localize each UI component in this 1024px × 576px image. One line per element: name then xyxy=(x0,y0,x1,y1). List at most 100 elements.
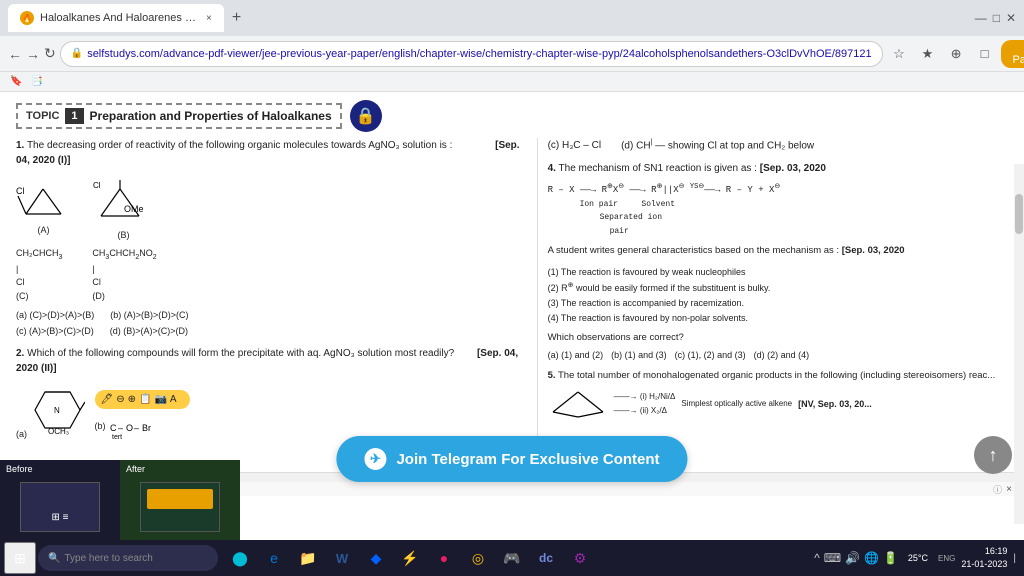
taskbar-app-cortana[interactable]: ⬤ xyxy=(224,542,256,574)
battery-icon[interactable]: 🔋 xyxy=(883,551,898,565)
more-btn[interactable]: A xyxy=(170,392,177,407)
svg-text:O: O xyxy=(126,423,133,433)
svg-text:Br: Br xyxy=(142,423,151,433)
taskbar-app-word[interactable]: W xyxy=(326,542,358,574)
forward-button[interactable]: → xyxy=(26,40,40,68)
telegram-symbol: ✈ xyxy=(370,451,381,467)
tab-favicon: 🔥 xyxy=(20,11,34,25)
q2-molecules: (a) N Br OCH₃ xyxy=(16,382,527,442)
volume-icon[interactable]: 🔊 xyxy=(845,551,860,565)
q5-molecule-svg xyxy=(548,387,608,422)
taskbar-app-dropbox[interactable]: ◆ xyxy=(360,542,392,574)
bookmarks-bar: 🔖 📑 xyxy=(0,72,1024,92)
q4-intro: A student writes general characteristics… xyxy=(548,244,1008,258)
profile-icon[interactable]: ★ xyxy=(915,41,940,67)
new-tab-button[interactable]: + xyxy=(224,9,249,27)
simplest-label: Simplest optically active alkene xyxy=(681,398,792,410)
camera-btn[interactable]: 📷 xyxy=(154,392,166,407)
copy-btn[interactable]: ⊖ xyxy=(116,392,124,407)
share-btn[interactable]: 📋 xyxy=(139,392,151,407)
thumb-before-icons: ⊞ ≡ xyxy=(52,507,69,525)
q2-mol-b: (b) C – O – Br tert xyxy=(95,413,190,441)
taskbar-app-edge[interactable]: e xyxy=(258,542,290,574)
toolbar-container: 🖊 ⊖ ⊕ 📋 📷 A xyxy=(95,390,190,409)
taskbar-right: ^ ⌨ 🔊 🌐 🔋 25°C ENG 16:19 21-01-2023 | xyxy=(814,545,1020,570)
molecule-cd: CH₂CHCH3 | Cl (C) CH3CHCH2NO2 | Cl (D) xyxy=(16,247,527,304)
opt-d-haloalkane: (d) CH| — showing Cl at top and CH₂ belo… xyxy=(621,138,814,153)
q2-mol-b-label: (b) xyxy=(95,420,106,434)
vertical-scrollbar[interactable] xyxy=(1014,164,1024,524)
telegram-button-text: Join Telegram For Exclusive Content xyxy=(396,451,659,468)
q2-number: 2. xyxy=(16,348,24,359)
bookmark-icon[interactable]: ☆ xyxy=(887,41,912,67)
q4-opt-b: (b) (1) and (3) xyxy=(611,349,667,363)
paused-button[interactable]: A Paused xyxy=(1001,40,1024,68)
topic-label: TOPIC xyxy=(26,110,59,122)
bookmark-2[interactable]: 📑 xyxy=(30,76,42,87)
obs-1: (1) The reaction is favoured by weak nuc… xyxy=(548,265,1008,280)
maximize-button[interactable]: □ xyxy=(993,11,1000,25)
close-window-button[interactable]: ✕ xyxy=(1006,11,1016,25)
keyboard-icon[interactable]: ⌨ xyxy=(824,551,841,565)
svg-text:OCH₃: OCH₃ xyxy=(48,427,69,436)
caret-up-icon[interactable]: ^ xyxy=(814,551,820,565)
history-icon[interactable]: □ xyxy=(972,41,997,67)
taskbar-app-chrome[interactable]: ◎ xyxy=(462,542,494,574)
q1-options-row2: (c) (A)>(B)>(C)>(D) (d) (B)>(A)>(C)>(D) xyxy=(16,323,527,339)
obs-4: (4) The reaction is favoured by non-pola… xyxy=(548,311,1008,326)
q2-mol-a-svg: N Br OCH₃ xyxy=(30,382,85,437)
taskbar-app-explorer[interactable]: 📁 xyxy=(292,542,324,574)
pdf-columns: 1. The decreasing order of reactivity of… xyxy=(16,138,1008,472)
topic-number: 1 xyxy=(65,108,83,124)
taskbar-app-settings[interactable]: ⚙ xyxy=(564,542,596,574)
reload-button[interactable]: ↻ xyxy=(44,40,56,68)
molecule-b-svg: Cl OMe xyxy=(91,174,156,229)
obs-2: (2) R⊕ would be easily formed if the sub… xyxy=(548,280,1008,296)
time-display: 16:19 xyxy=(961,545,1007,558)
extensions-icon[interactable]: ⊕ xyxy=(944,41,969,67)
molecule-c-formula: CH₂CHCH3 | Cl (C) xyxy=(16,247,62,304)
q5-reaction-1: ——→ (i) H₂/Ni/Δ xyxy=(614,391,676,403)
svg-text:OMe: OMe xyxy=(124,204,144,214)
thumbnail-after[interactable]: After xyxy=(120,460,240,540)
taskbar-app-circle[interactable]: ● xyxy=(428,542,460,574)
mol-d-label: (D) xyxy=(92,291,105,301)
ad-info-icon: ⓘ xyxy=(993,483,1002,496)
q5-reaction-2: ——→ (ii) X₂/Δ xyxy=(614,405,676,417)
q4-options: (a) (1) and (2) (b) (1) and (3) (c) (1),… xyxy=(548,349,1008,363)
back-button[interactable]: ← xyxy=(8,40,22,68)
taskbar-app-discord[interactable]: dc xyxy=(530,542,562,574)
thumbnail-before[interactable]: Before ⊞ ≡ xyxy=(0,460,120,540)
question-2: 2. Which of the following compounds will… xyxy=(16,346,527,376)
address-bar[interactable]: 🔒 selfstudys.com/advance-pdf-viewer/jee-… xyxy=(60,41,883,67)
v-scroll-thumb[interactable] xyxy=(1015,194,1023,234)
taskbar-app-game[interactable]: 🎮 xyxy=(496,542,528,574)
search-placeholder-text: Type here to search xyxy=(64,553,152,564)
active-tab[interactable]: 🔥 Haloalkanes And Haloarenes JEE × xyxy=(8,4,224,32)
q4-opt-a: (a) (1) and (2) xyxy=(548,349,604,363)
topic-box: TOPIC 1 Preparation and Properties of Ha… xyxy=(16,103,342,129)
tab-close-button[interactable]: × xyxy=(206,13,212,24)
q1-opt-c: (c) (A)>(B)>(C)>(D) xyxy=(16,323,94,339)
date-display: 21-01-2023 xyxy=(961,558,1007,571)
minimize-button[interactable]: — xyxy=(975,11,987,25)
top-options: (c) H₃C – Cl (d) CH| — showing Cl at top… xyxy=(548,138,1008,153)
start-button[interactable]: ⊞ xyxy=(4,542,36,574)
highlight-btn[interactable]: 🖊 xyxy=(101,392,114,407)
show-desktop-button[interactable]: | xyxy=(1013,553,1016,564)
ad-close-button[interactable]: × xyxy=(1006,484,1012,495)
svg-text:–: – xyxy=(118,423,123,433)
telegram-icon: ✈ xyxy=(364,448,386,470)
taskbar-search-bar[interactable]: 🔍 Type here to search xyxy=(38,545,218,571)
eng-label: ENG xyxy=(938,554,955,563)
taskbar-app-spark[interactable]: ⚡ xyxy=(394,542,426,574)
taskbar-apps: ⬤ e 📁 W ◆ ⚡ ● ◎ 🎮 dc ⚙ xyxy=(224,542,596,574)
telegram-button[interactable]: ✈ Join Telegram For Exclusive Content xyxy=(336,436,687,482)
bookmark-btn[interactable]: ⊕ xyxy=(128,392,136,407)
q1-options-row1: (a) (C)>(D)>(A)>(B) (b) (A)>(B)>(D)>(C) xyxy=(16,307,527,323)
q1-number: 1. xyxy=(16,140,24,151)
scroll-to-top-button[interactable]: ↑ xyxy=(974,436,1012,474)
bookmark-1[interactable]: 🔖 xyxy=(10,76,22,87)
network-icon[interactable]: 🌐 xyxy=(864,551,879,565)
taskbar-time-date: 16:19 21-01-2023 xyxy=(961,545,1007,570)
